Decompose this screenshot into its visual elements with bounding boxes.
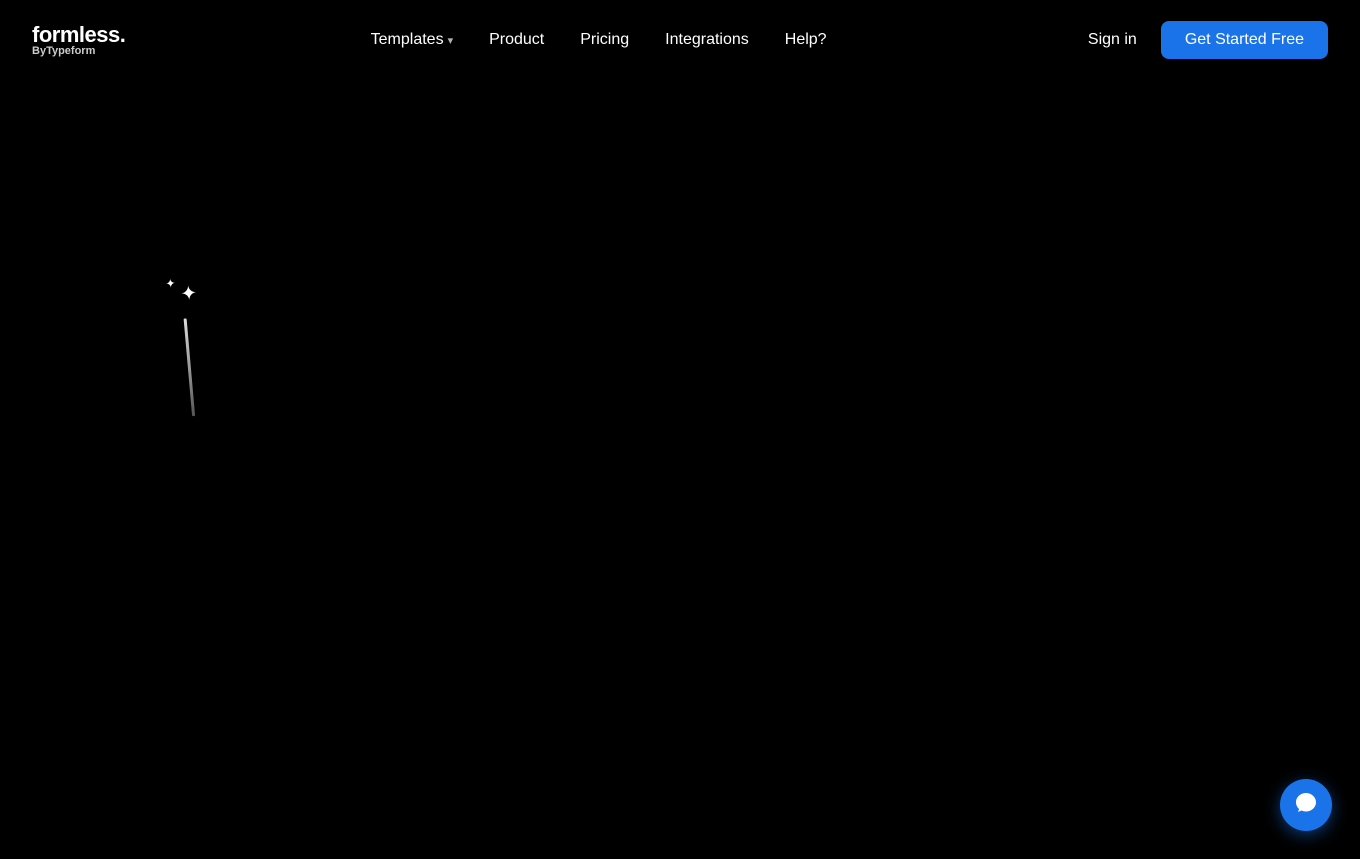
nav-help[interactable]: Help? bbox=[771, 23, 841, 57]
nav-product[interactable]: Product bbox=[475, 23, 558, 57]
logo[interactable]: formless. ByTypeform bbox=[32, 24, 125, 57]
wand-stick bbox=[184, 318, 196, 416]
chat-icon bbox=[1294, 791, 1318, 819]
large-star-icon: ✦ bbox=[180, 283, 198, 304]
signin-button[interactable]: Sign in bbox=[1072, 23, 1153, 57]
sparkle-stars: ✦ ✦ bbox=[161, 274, 214, 318]
logo-sub: ByTypeform bbox=[32, 46, 125, 57]
navbar: formless. ByTypeform Templates ▾ Product… bbox=[0, 0, 1360, 80]
nav-templates[interactable]: Templates ▾ bbox=[357, 23, 467, 57]
nav-actions: Sign in Get Started Free bbox=[1072, 21, 1328, 59]
nav-integrations[interactable]: Integrations bbox=[651, 23, 763, 57]
sparkle-wand-decoration: ✦ ✦ bbox=[161, 274, 223, 418]
get-started-button[interactable]: Get Started Free bbox=[1161, 21, 1328, 59]
small-star-icon: ✦ bbox=[165, 277, 176, 290]
chat-button[interactable] bbox=[1280, 779, 1332, 831]
nav-pricing[interactable]: Pricing bbox=[566, 23, 643, 57]
chevron-down-icon: ▾ bbox=[448, 34, 454, 47]
logo-wordmark: formless. bbox=[32, 24, 125, 46]
nav-links: Templates ▾ Product Pricing Integrations… bbox=[357, 23, 841, 57]
main-content: ✦ ✦ bbox=[0, 80, 1360, 859]
